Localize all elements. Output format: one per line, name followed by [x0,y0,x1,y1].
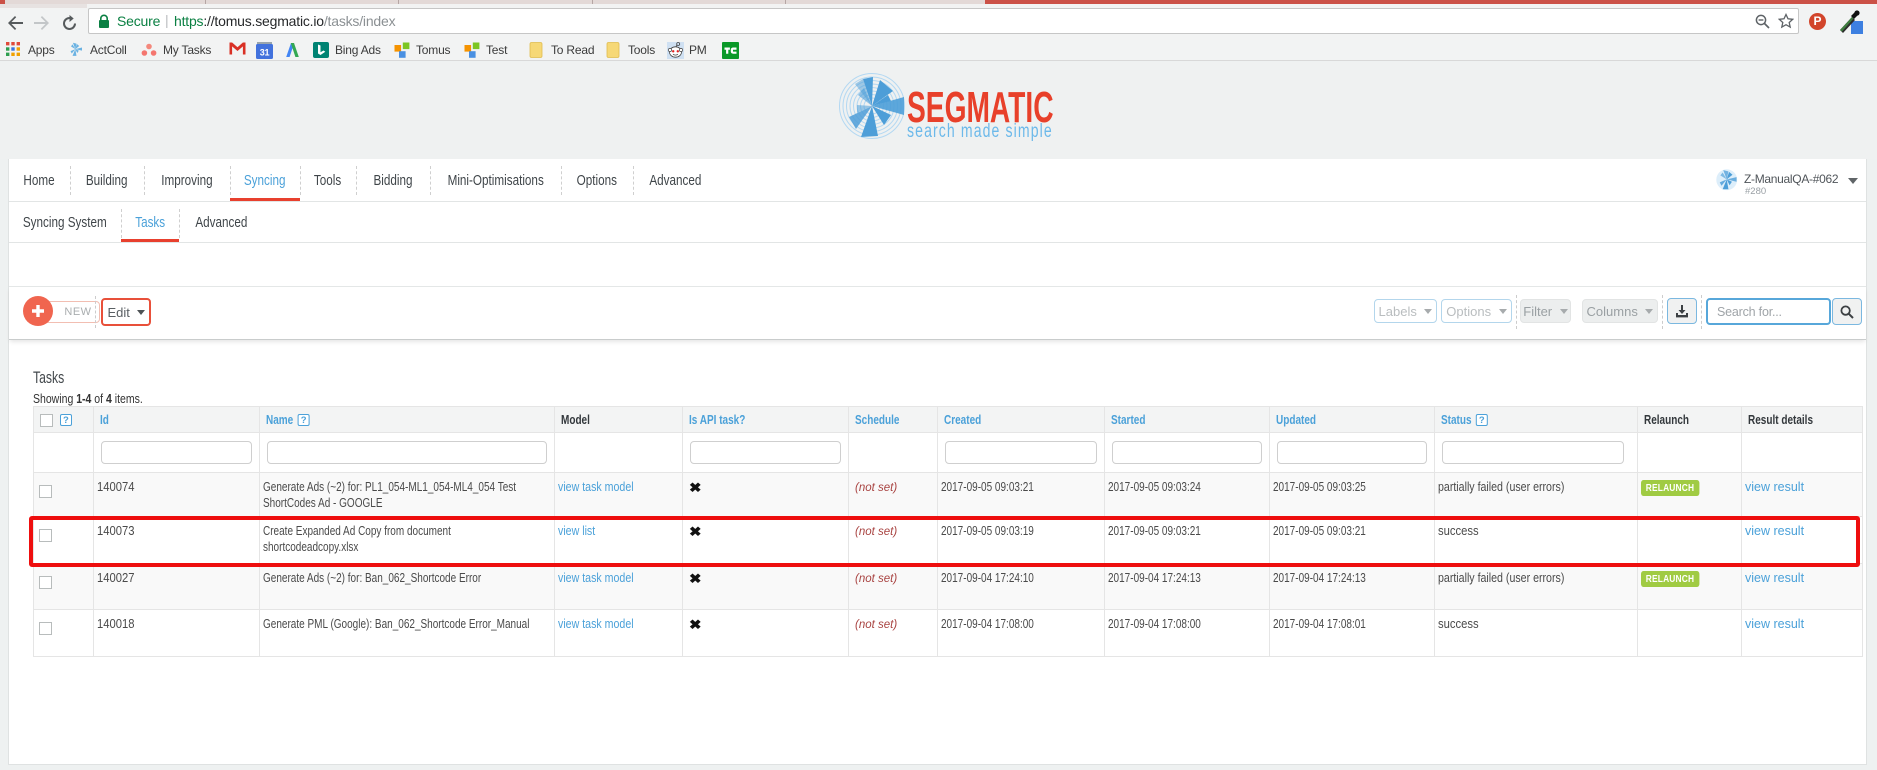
svg-text:31: 31 [260,47,270,57]
